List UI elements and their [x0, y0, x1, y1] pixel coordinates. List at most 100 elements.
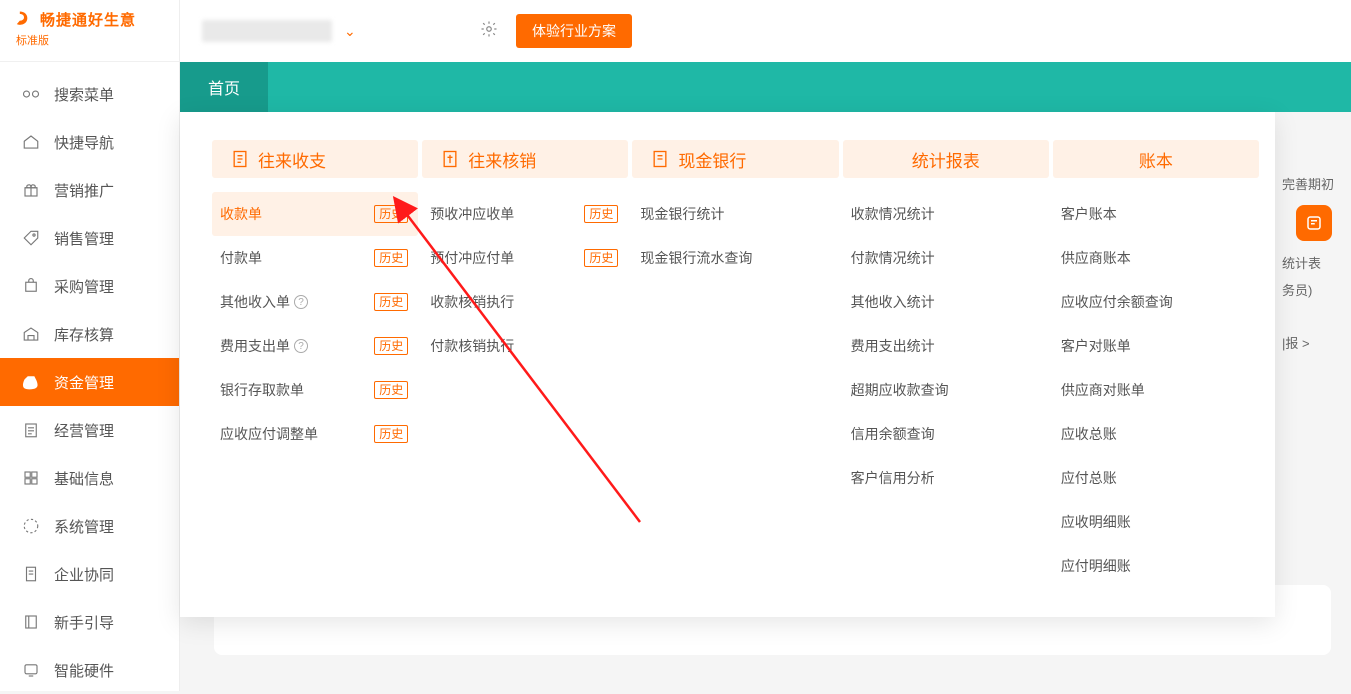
- help-icon[interactable]: ?: [294, 339, 308, 353]
- right-info-strip: 完善期初 统计表 务员) |报 >: [1276, 170, 1351, 356]
- menu-item[interactable]: 应收应付余额查询: [1053, 280, 1259, 324]
- menu-item-label: 收款情况统计: [851, 204, 935, 224]
- menu-item-prepay-offset[interactable]: 预付冲应付单 历史: [422, 236, 628, 280]
- sidebar-item-marketing[interactable]: 营销推广: [0, 166, 179, 214]
- menu-item[interactable]: 应收总账: [1053, 412, 1259, 456]
- help-icon[interactable]: ?: [294, 295, 308, 309]
- sidebar-item-quicknav[interactable]: 快捷导航: [0, 118, 179, 166]
- menu-item-cashbank-stat[interactable]: 现金银行统计: [632, 192, 838, 236]
- org-selector[interactable]: ⌄: [202, 20, 462, 42]
- menu-item-label: 现金银行统计: [640, 204, 724, 224]
- menu-item-label: 应收明细账: [1061, 512, 1131, 532]
- history-badge[interactable]: 历史: [374, 425, 408, 443]
- history-badge[interactable]: 历史: [584, 205, 618, 223]
- bank-icon: [650, 149, 670, 169]
- sidebar-item-sales[interactable]: 销售管理: [0, 214, 179, 262]
- menu-item-adjust[interactable]: 应收应付调整单 历史: [212, 412, 418, 456]
- sidebar-item-label: 智能硬件: [54, 660, 114, 681]
- device-icon: [22, 661, 40, 679]
- menu-item-label: 付款情况统计: [851, 248, 935, 268]
- sidebar-item-purchase[interactable]: 采购管理: [0, 262, 179, 310]
- menu-item[interactable]: 应收明细账: [1053, 500, 1259, 544]
- gear-icon[interactable]: [480, 20, 498, 43]
- history-badge[interactable]: 历史: [374, 381, 408, 399]
- tab-home[interactable]: 首页: [180, 62, 268, 112]
- sidebar-item-label: 企业协同: [54, 564, 114, 585]
- menu-item-expense[interactable]: 费用支出单? 历史: [212, 324, 418, 368]
- history-badge[interactable]: 历史: [374, 293, 408, 311]
- menu-item[interactable]: 客户信用分析: [843, 456, 1049, 500]
- sidebar-item-system[interactable]: 系统管理: [0, 502, 179, 550]
- menu-item-label: 客户对账单: [1061, 336, 1131, 356]
- sidebar-item-guide[interactable]: 新手引导: [0, 598, 179, 646]
- sidebar-item-label: 基础信息: [54, 468, 114, 489]
- menu-item[interactable]: 客户账本: [1053, 192, 1259, 236]
- menu-item-label: 超期应收款查询: [851, 380, 949, 400]
- menu-item-label: 费用支出统计: [851, 336, 935, 356]
- right-info-line: 务员): [1276, 276, 1351, 303]
- try-industry-button[interactable]: 体验行业方案: [516, 14, 632, 48]
- sidebar-item-ops[interactable]: 经营管理: [0, 406, 179, 454]
- sidebar-item-stock[interactable]: 库存核算: [0, 310, 179, 358]
- sidebar-nav: 搜索菜单 快捷导航 营销推广 销售管理 采购管理 库存核算 资金管理 经营管理: [0, 62, 179, 694]
- menu-item[interactable]: 客户对账单: [1053, 324, 1259, 368]
- sidebar-item-search[interactable]: 搜索菜单: [0, 70, 179, 118]
- sidebar-item-base[interactable]: 基础信息: [0, 454, 179, 502]
- doc-icon: [22, 565, 40, 583]
- menu-item-label: 收款核销执行: [430, 292, 514, 312]
- menu-item[interactable]: 应付总账: [1053, 456, 1259, 500]
- menu-item[interactable]: 收款情况统计: [843, 192, 1049, 236]
- right-info-line: 完善期初: [1276, 170, 1351, 197]
- menu-item-pay-exec[interactable]: 付款核销执行: [422, 324, 628, 368]
- guide-icon: [22, 613, 40, 631]
- sidebar-item-funds[interactable]: 资金管理: [0, 358, 179, 406]
- menu-item-label: 客户信用分析: [851, 468, 935, 488]
- menu-item-receive-exec[interactable]: 收款核销执行: [422, 280, 628, 324]
- report-chip-icon[interactable]: [1296, 205, 1332, 241]
- sidebar: 畅捷通好生意 标准版 搜索菜单 快捷导航 营销推广 销售管理 采购管理 库存核算: [0, 0, 180, 691]
- menu-item-label: 应收应付余额查询: [1061, 292, 1173, 312]
- menu-item[interactable]: 费用支出统计: [843, 324, 1049, 368]
- history-badge[interactable]: 历史: [374, 337, 408, 355]
- menu-item-label: 供应商账本: [1061, 248, 1131, 268]
- sidebar-item-label: 营销推广: [54, 180, 114, 201]
- menu-item[interactable]: 供应商账本: [1053, 236, 1259, 280]
- menu-item-other-income[interactable]: 其他收入单? 历史: [212, 280, 418, 324]
- sidebar-item-label: 快捷导航: [54, 132, 114, 153]
- menu-item[interactable]: 付款情况统计: [843, 236, 1049, 280]
- menu-item[interactable]: 其他收入统计: [843, 280, 1049, 324]
- menu-item-label: 现金银行流水查询: [640, 248, 752, 268]
- brand-edition: 标准版: [16, 32, 165, 48]
- mega-column-ledger: 账本 客户账本 供应商账本 应收应付余额查询 客户对账单 供应商对账单 应收总账…: [1053, 140, 1259, 593]
- mega-column-title: 现金银行: [632, 140, 838, 178]
- history-badge[interactable]: 历史: [584, 249, 618, 267]
- history-badge[interactable]: 历史: [374, 205, 408, 223]
- menu-item-bank-depo[interactable]: 银行存取款单 历史: [212, 368, 418, 412]
- tag-icon: [22, 229, 40, 247]
- menu-item-cashbank-flow[interactable]: 现金银行流水查询: [632, 236, 838, 280]
- mega-column-writeoff: 往来核销 预收冲应收单 历史 预付冲应付单 历史 收款核销执行 付款核销执行: [422, 140, 628, 593]
- menu-item-payment[interactable]: 付款单 历史: [212, 236, 418, 280]
- menu-item-prereceive-offset[interactable]: 预收冲应收单 历史: [422, 192, 628, 236]
- sidebar-item-collab[interactable]: 企业协同: [0, 550, 179, 598]
- menu-item[interactable]: 供应商对账单: [1053, 368, 1259, 412]
- right-info-line: 统计表: [1276, 249, 1351, 276]
- mega-column-cashbank: 现金银行 现金银行统计 现金银行流水查询: [632, 140, 838, 593]
- brand-logo-icon: [14, 8, 34, 30]
- menu-item[interactable]: 信用余额查询: [843, 412, 1049, 456]
- history-badge[interactable]: 历史: [374, 249, 408, 267]
- receipt-icon: [230, 149, 250, 169]
- sidebar-item-label: 采购管理: [54, 276, 114, 297]
- menu-item-receipt[interactable]: 收款单 历史: [212, 192, 418, 236]
- cart-icon: [22, 277, 40, 295]
- brand-block: 畅捷通好生意 标准版: [0, 0, 179, 62]
- menu-item[interactable]: 超期应收款查询: [843, 368, 1049, 412]
- menu-item[interactable]: 应付明细账: [1053, 544, 1259, 588]
- menu-item-label: 银行存取款单: [220, 380, 304, 400]
- sidebar-item-label: 新手引导: [54, 612, 114, 633]
- chevron-down-icon: ⌄: [344, 23, 356, 40]
- menu-item-label: 付款单: [220, 248, 262, 268]
- menu-item-label: 其他收入统计: [851, 292, 935, 312]
- sidebar-item-label: 搜索菜单: [54, 84, 114, 105]
- sidebar-item-hardware[interactable]: 智能硬件: [0, 646, 179, 694]
